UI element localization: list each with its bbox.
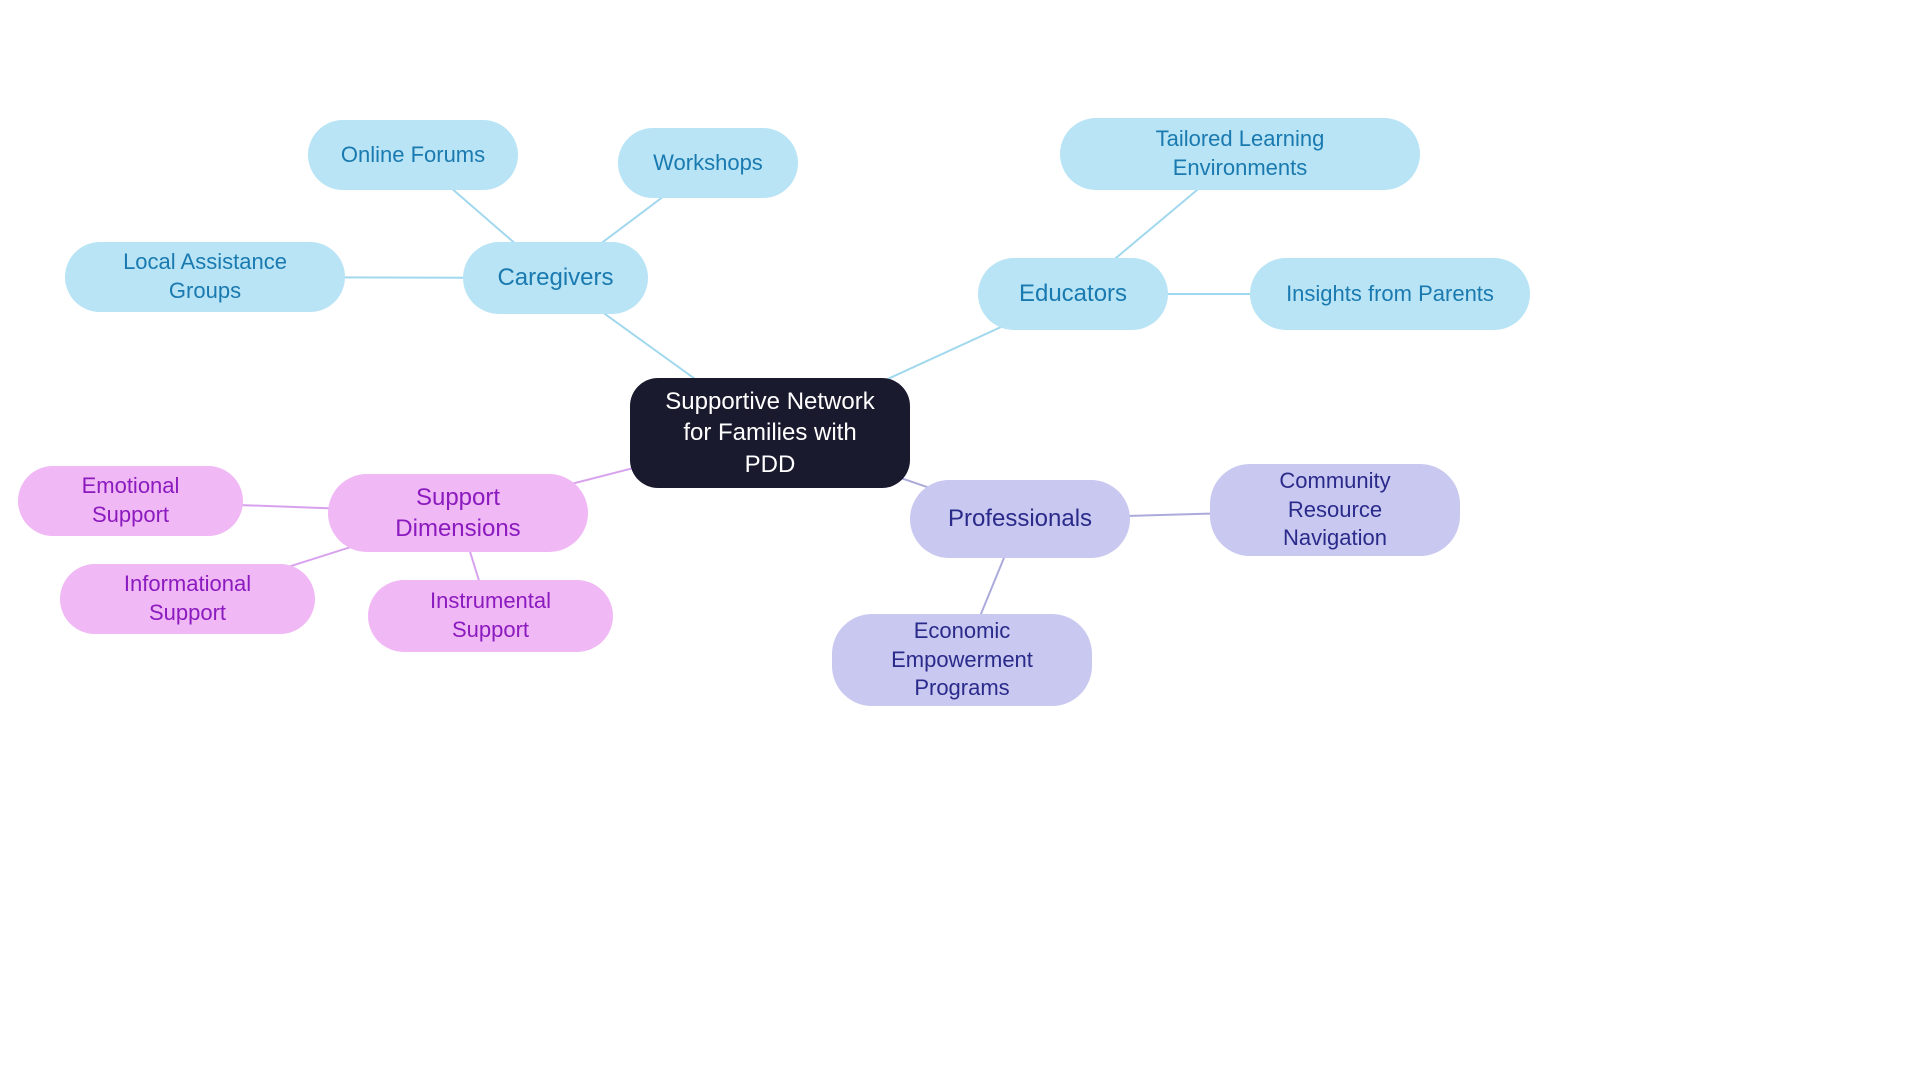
instrumental-support-label: Instrumental Support [396, 587, 585, 644]
online-forums-label: Online Forums [341, 141, 485, 170]
workshops-label: Workshops [653, 149, 763, 178]
caregivers-node: Caregivers [463, 242, 648, 314]
emotional-support-node: Emotional Support [18, 466, 243, 536]
instrumental-support-node: Instrumental Support [368, 580, 613, 652]
support-dimensions-label: Support Dimensions [356, 482, 560, 544]
emotional-support-label: Emotional Support [46, 472, 215, 529]
local-assistance-node: Local Assistance Groups [65, 242, 345, 312]
professionals-label: Professionals [948, 503, 1092, 534]
center-label: Supportive Network for Families with PDD [658, 386, 882, 480]
informational-support-node: Informational Support [60, 564, 315, 634]
insights-parents-label: Insights from Parents [1286, 280, 1494, 309]
tailored-learning-label: Tailored Learning Environments [1088, 125, 1392, 182]
informational-support-label: Informational Support [88, 570, 287, 627]
educators-label: Educators [1019, 278, 1127, 309]
community-resource-label: Community Resource Navigation [1238, 467, 1432, 553]
professionals-node: Professionals [910, 480, 1130, 558]
economic-empowerment-node: Economic Empowerment Programs [832, 614, 1092, 706]
educators-node: Educators [978, 258, 1168, 330]
center-node: Supportive Network for Families with PDD [630, 378, 910, 488]
insights-parents-node: Insights from Parents [1250, 258, 1530, 330]
workshops-node: Workshops [618, 128, 798, 198]
economic-empowerment-label: Economic Empowerment Programs [860, 617, 1064, 703]
support-dimensions-node: Support Dimensions [328, 474, 588, 552]
online-forums-node: Online Forums [308, 120, 518, 190]
tailored-learning-node: Tailored Learning Environments [1060, 118, 1420, 190]
caregivers-label: Caregivers [497, 262, 613, 293]
community-resource-node: Community Resource Navigation [1210, 464, 1460, 556]
local-assistance-label: Local Assistance Groups [93, 248, 317, 305]
